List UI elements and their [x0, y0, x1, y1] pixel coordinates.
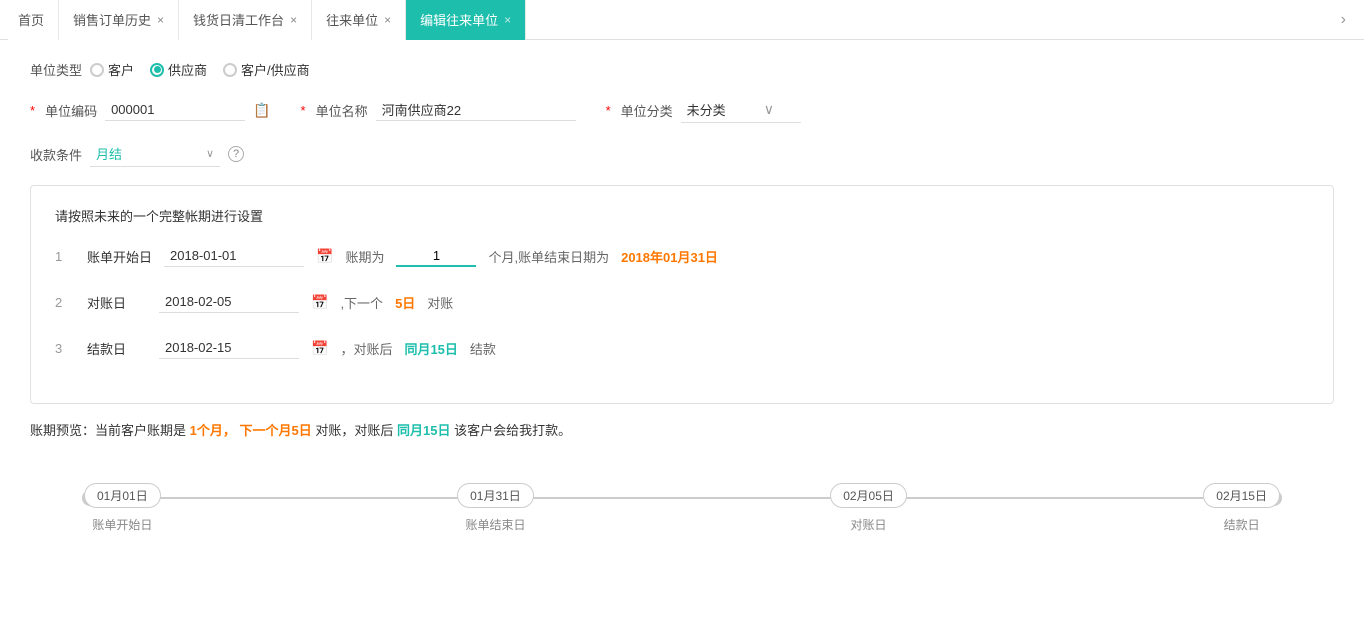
- tab-cash-work[interactable]: 钱货日清工作台 ×: [179, 0, 312, 40]
- preview-part4: 同月15日: [397, 423, 450, 438]
- timeline-label-4: 结款日: [1224, 516, 1260, 533]
- period-row-1-num: 1: [55, 249, 75, 264]
- unit-code-copy-icon[interactable]: 📋: [253, 102, 270, 119]
- unit-name-input[interactable]: [376, 99, 576, 121]
- preview-part1: 1个月，: [190, 423, 236, 438]
- preview-part2: 下一个月5日: [240, 423, 312, 438]
- unit-category-value: 未分类: [687, 100, 726, 119]
- radio-supplier[interactable]: 供应商: [150, 60, 207, 79]
- timeline-node-3: 02月05日 对账日: [830, 483, 907, 533]
- tab-close-cash[interactable]: ×: [290, 13, 297, 27]
- payment-terms-select[interactable]: 月结 ∨: [90, 141, 220, 167]
- period-row-3-label: 结款日: [87, 339, 147, 358]
- reconcile-desc-suffix: 对账: [427, 293, 453, 312]
- cat-required-star: *: [606, 103, 611, 118]
- radio-supplier-circle: [150, 63, 164, 77]
- radio-both[interactable]: 客户/供应商: [223, 60, 310, 79]
- period-row-2-label: 对账日: [87, 293, 147, 312]
- payment-day-highlight: 同月15日: [404, 339, 457, 358]
- unit-category-field: * 单位分类 未分类 ∨: [606, 97, 801, 123]
- category-arrow-icon: ∨: [764, 101, 774, 118]
- radio-both-label: 客户/供应商: [241, 60, 310, 79]
- timeline-node-2: 01月31日 账单结束日: [457, 483, 534, 533]
- preview-prefix: 账期预览：当前客户账期是: [30, 423, 186, 438]
- period-start-date-input[interactable]: [164, 245, 304, 267]
- period-settings-card: 请按照未来的一个完整帐期进行设置 1 账单开始日 📅 账期为 个月,账单结束日期…: [30, 185, 1334, 404]
- code-required-star: *: [30, 103, 35, 118]
- period-end-date: 2018年01月31日: [621, 247, 718, 266]
- timeline-label-2: 账单结束日: [465, 516, 525, 533]
- period-row-3: 3 结款日 📅 ，对账后 同月15日 结款: [55, 337, 1309, 359]
- period-card-title: 请按照未来的一个完整帐期进行设置: [55, 206, 1309, 225]
- payment-terms-label: 收款条件: [30, 145, 82, 164]
- payment-terms-field: 收款条件 月结 ∨ ?: [30, 141, 244, 167]
- timeline-label-1: 账单开始日: [92, 516, 152, 533]
- radio-customer-circle: [90, 63, 104, 77]
- radio-customer[interactable]: 客户: [90, 60, 134, 79]
- payment-terms-row: 收款条件 月结 ∨ ?: [30, 141, 1334, 167]
- unit-name-label: 单位名称: [316, 101, 368, 120]
- reconcile-day-highlight: 5日: [395, 293, 415, 312]
- unit-code-input[interactable]: [105, 99, 245, 121]
- radio-supplier-label: 供应商: [168, 60, 207, 79]
- reconcile-date-input[interactable]: [159, 291, 299, 313]
- period-row-2-num: 2: [55, 295, 75, 310]
- tab-close-sales[interactable]: ×: [157, 13, 164, 27]
- period-row-1-label: 账单开始日: [87, 247, 152, 266]
- preview-suffix: 该客户会给我打款。: [454, 423, 571, 438]
- unit-category-dropdown[interactable]: 未分类 ∨: [681, 97, 801, 123]
- payment-terms-help-icon[interactable]: ?: [228, 146, 244, 162]
- period-row-2: 2 对账日 📅 ,下一个 5日 对账: [55, 291, 1309, 313]
- preview-part3: 对账，对账后: [315, 423, 393, 438]
- payment-terms-arrow-icon: ∨: [206, 147, 214, 160]
- payment-date-input[interactable]: [159, 337, 299, 359]
- payment-desc-suffix: 结款: [470, 339, 496, 358]
- radio-both-circle: [223, 63, 237, 77]
- unit-code-field: * 单位编码 📋: [30, 99, 271, 121]
- period-start-calendar-icon[interactable]: 📅: [316, 248, 333, 265]
- payment-desc-prefix: ，对账后: [340, 339, 392, 358]
- tab-home[interactable]: 首页: [8, 0, 59, 40]
- period-label-text: 账期为: [345, 247, 384, 266]
- unit-type-radio-group: 客户 供应商 客户/供应商: [90, 60, 310, 79]
- period-row-1: 1 账单开始日 📅 账期为 个月,账单结束日期为 2018年01月31日: [55, 245, 1309, 267]
- tab-close-edit[interactable]: ×: [504, 13, 511, 27]
- payment-calendar-icon[interactable]: 📅: [311, 340, 328, 357]
- period-months-input[interactable]: [396, 246, 476, 267]
- period-row-3-num: 3: [55, 341, 75, 356]
- preview-section: 账期预览：当前客户账期是 1个月， 下一个月5日 对账，对账后 同月15日 该客…: [30, 420, 1334, 439]
- timeline-node-1: 01月01日 账单开始日: [84, 483, 161, 533]
- payment-terms-value: 月结: [96, 144, 122, 163]
- timeline-bubble-1: 01月01日: [84, 483, 161, 508]
- tab-more-button[interactable]: ›: [1331, 11, 1356, 29]
- unit-type-field: 单位类型 客户 供应商 客户/供应商: [30, 60, 310, 79]
- timeline-bubble-4: 02月15日: [1203, 483, 1280, 508]
- unit-info-row: * 单位编码 📋 * 单位名称 * 单位分类 未分类 ∨: [30, 97, 1334, 123]
- timeline-node-4: 02月15日 结款日: [1203, 483, 1280, 533]
- unit-code-label: 单位编码: [45, 101, 97, 120]
- unit-name-field: * 单位名称: [301, 99, 576, 121]
- timeline-bubble-2: 01月31日: [457, 483, 534, 508]
- timeline-section: 01月01日 账单开始日 01月31日 账单结束日 02月05日 对账日 02月…: [30, 463, 1334, 603]
- tab-sales-history[interactable]: 销售订单历史 ×: [59, 0, 179, 40]
- tab-edit-counterparty[interactable]: 编辑往来单位 ×: [406, 0, 526, 40]
- radio-customer-label: 客户: [108, 60, 134, 79]
- reconcile-desc-prefix: ,下一个: [340, 293, 383, 312]
- timeline-label-3: 对账日: [851, 516, 887, 533]
- main-content: 单位类型 客户 供应商 客户/供应商 * 单位编码: [0, 40, 1364, 623]
- unit-type-row: 单位类型 客户 供应商 客户/供应商: [30, 60, 1334, 79]
- unit-type-label: 单位类型: [30, 60, 82, 79]
- unit-category-label: 单位分类: [621, 101, 673, 120]
- reconcile-calendar-icon[interactable]: 📅: [311, 294, 328, 311]
- tab-close-counterparty[interactable]: ×: [384, 13, 391, 27]
- name-required-star: *: [301, 103, 306, 118]
- tab-counterparty[interactable]: 往来单位 ×: [312, 0, 406, 40]
- tab-bar: 首页 销售订单历史 × 钱货日清工作台 × 往来单位 × 编辑往来单位 × ›: [0, 0, 1364, 40]
- timeline-bubble-3: 02月05日: [830, 483, 907, 508]
- period-unit-text: 个月,账单结束日期为: [488, 247, 609, 266]
